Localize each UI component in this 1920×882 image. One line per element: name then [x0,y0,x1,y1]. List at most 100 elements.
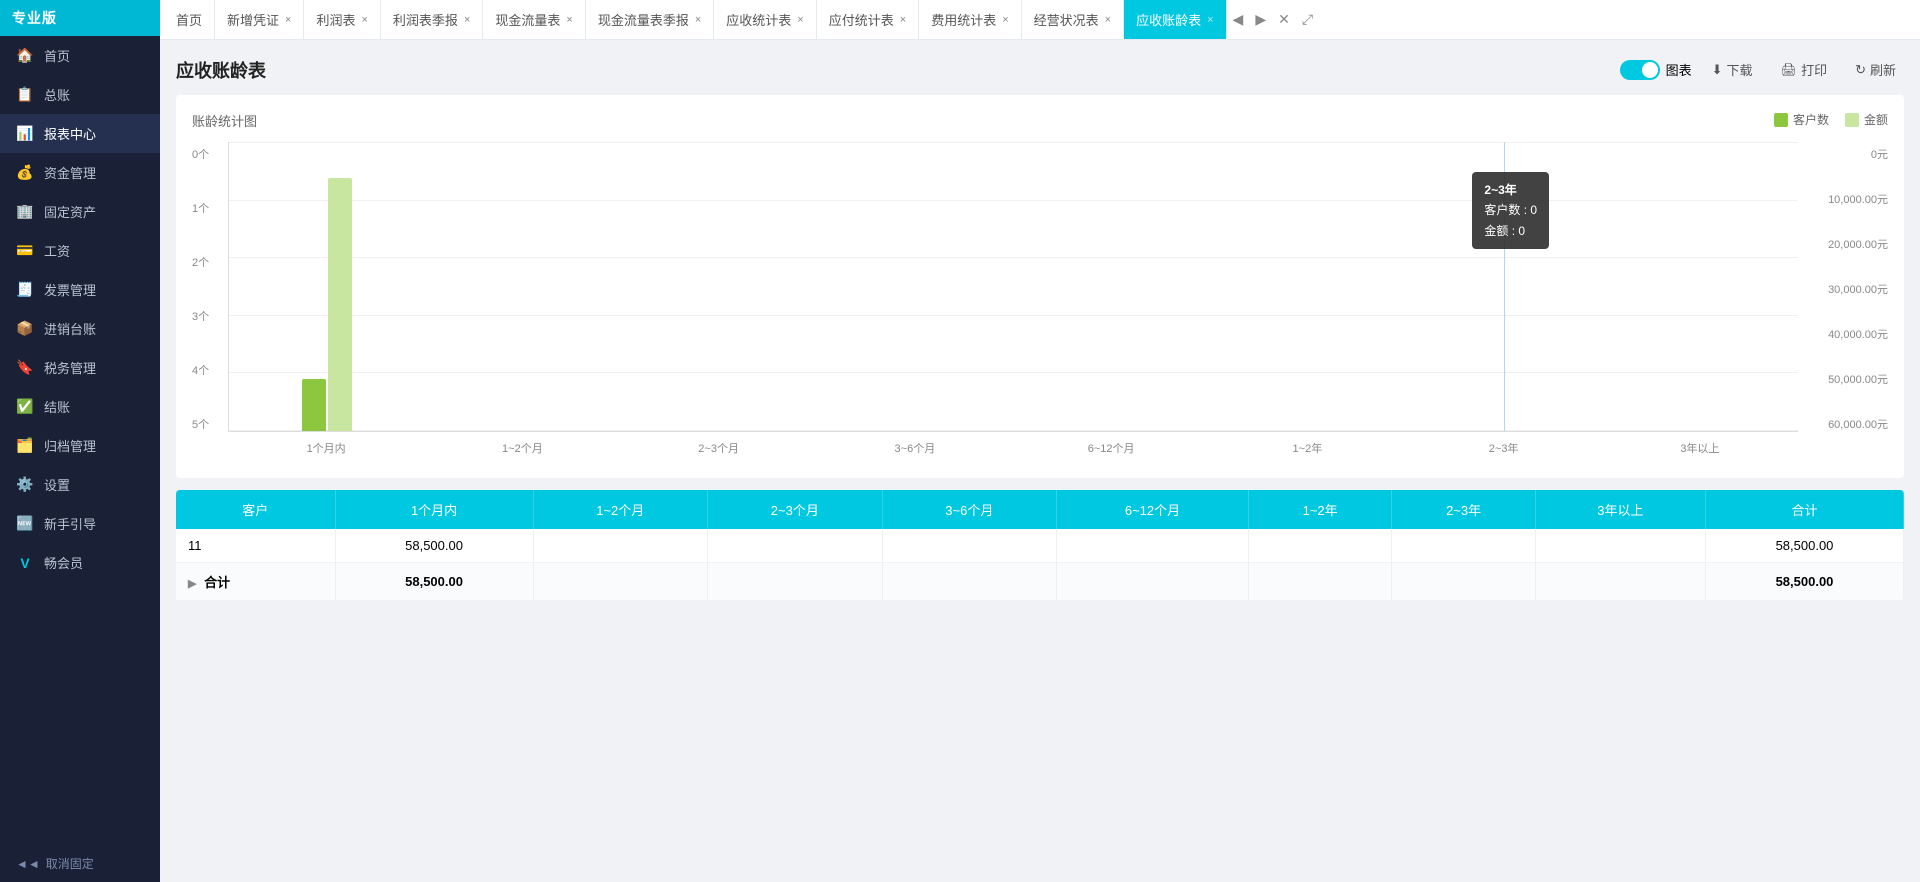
tab-operations-close[interactable]: × [1105,14,1111,26]
print-button[interactable]: 🖨 打印 [1773,56,1836,83]
sidebar-item-report[interactable]: 📊 报表中心 [0,114,160,153]
total-icon: ▶ [188,578,196,590]
row-m6 [882,529,1057,563]
legend-amount: 金额 [1845,111,1888,128]
page-actions: 图表 ⬇ 下载 🖨 打印 ↻ 刷新 [1620,56,1904,83]
sidebar-item-home[interactable]: 🏠 首页 [0,36,160,75]
col-total: 合计 [1706,490,1904,529]
bar-group-0[interactable] [229,178,425,432]
tab-profit-quarterly[interactable]: 利润表季报 × [381,0,483,40]
tab-aging[interactable]: 应收账龄表 × [1124,0,1226,40]
tab-receivable-stat-close[interactable]: × [797,14,803,26]
tab-cashflow-quarterly-close[interactable]: × [695,14,701,26]
main-area: 首页 新增凭证 × 利润表 × 利润表季报 × 现金流量表 × 现金流量表季报 … [160,0,1920,882]
sidebar-item-tax[interactable]: 🔖 税务管理 [0,348,160,387]
data-table: 客户 1个月内 1~2个月 2~3个月 3~6个月 6~12个月 1~2年 2~… [176,490,1904,601]
tab-profit-close[interactable]: × [361,14,367,26]
grid-lines [229,142,1798,431]
archive-icon: 🗂️ [16,437,34,454]
tab-receivable-stat-label: 应收统计表 [726,10,791,29]
tab-voucher-close[interactable]: × [285,14,291,26]
chart-toggle[interactable] [1620,60,1660,80]
tab-cashflow-quarterly[interactable]: 现金流量表季报 × [586,0,714,40]
sidebar-label-home: 首页 [44,46,70,65]
ledger-icon: 📋 [16,86,34,103]
col-y3: 3年以上 [1535,490,1705,529]
capital-icon: 💰 [16,164,34,181]
sidebar-label-report: 报表中心 [44,124,96,143]
sidebar-item-inventory[interactable]: 📦 进销台账 [0,309,160,348]
chart-legend: 客户数 金额 [1774,111,1888,128]
col-m2: 1~2个月 [533,490,708,529]
sidebar-label-closing: 结账 [44,397,70,416]
chart-bars-area[interactable]: 2~3年客户数 : 0金额 : 0 [228,142,1798,432]
closing-icon: ✅ [16,398,34,415]
tab-expense-stat-close[interactable]: × [1002,14,1008,26]
tab-cashflow-close[interactable]: × [566,14,572,26]
tax-icon: 🔖 [16,359,34,376]
print-icon: 🖨 [1781,62,1798,78]
sidebar-item-archive[interactable]: 🗂️ 归档管理 [0,426,160,465]
sidebar-item-assets[interactable]: 🏢 固定资产 [0,192,160,231]
sidebar-item-salary[interactable]: 💳 工资 [0,231,160,270]
table-row: 11 58,500.00 58,500.00 [176,529,1904,563]
col-m1: 1个月内 [335,490,533,529]
bar-amount-0 [328,178,352,432]
tab-cashflow[interactable]: 现金流量表 × [483,0,585,40]
tab-aging-close[interactable]: × [1207,14,1213,26]
sidebar-item-settings[interactable]: ⚙️ 设置 [0,465,160,504]
total-y1 [1248,563,1391,601]
tab-scroll-left[interactable]: ◀ [1227,0,1250,40]
tab-payable-stat[interactable]: 应付统计表 × [817,0,919,40]
sidebar-collapse-btn[interactable]: ◄◄ 取消固定 [0,845,160,882]
sidebar-label-inventory: 进销台账 [44,319,96,338]
home-icon: 🏠 [16,47,34,64]
col-customer: 客户 [176,490,335,529]
chart-container: 账龄统计图 客户数 金额 5个 4个 3个 2个 1个 [176,95,1904,478]
x-axis: 1个月内 1~2个月 2~3个月 3~6个月 6~12个月 1~2年 2~3年 … [228,432,1798,462]
chart-area: 5个 4个 3个 2个 1个 0个 [192,142,1888,462]
tab-payable-stat-close[interactable]: × [900,14,906,26]
refresh-button[interactable]: ↻ 刷新 [1847,56,1904,83]
sidebar-item-capital[interactable]: 💰 资金管理 [0,153,160,192]
total-label: ▶ 合计 [176,563,335,601]
tab-profit-quarterly-close[interactable]: × [464,14,470,26]
content-area: 应收账龄表 图表 ⬇ 下载 🖨 打印 ↻ 刷新 [160,40,1920,882]
legend-amount-color [1845,113,1859,127]
row-y2 [1392,529,1535,563]
sidebar-label-capital: 资金管理 [44,163,96,182]
tab-profit[interactable]: 利润表 × [304,0,380,40]
row-y3 [1535,529,1705,563]
download-label: 下载 [1727,60,1753,79]
tab-cashflow-quarterly-label: 现金流量表季报 [598,10,689,29]
sidebar-item-invoice[interactable]: 🧾 发票管理 [0,270,160,309]
sidebar-logo: 专业版 [0,0,160,36]
tab-operations[interactable]: 经营状况表 × [1022,0,1124,40]
sidebar-label-archive: 归档管理 [44,436,96,455]
total-y3 [1535,563,1705,601]
tab-receivable-stat[interactable]: 应收统计表 × [714,0,816,40]
tab-scroll-right[interactable]: ▶ [1249,0,1272,40]
sidebar-item-closing[interactable]: ✅ 结账 [0,387,160,426]
bar-customers-0 [302,379,326,431]
tab-maximize[interactable]: ⤢ [1296,0,1319,40]
tab-expense-stat[interactable]: 费用统计表 × [919,0,1021,40]
table-header-row: 客户 1个月内 1~2个月 2~3个月 3~6个月 6~12个月 1~2年 2~… [176,490,1904,529]
tab-voucher[interactable]: 新增凭证 × [215,0,304,40]
legend-customers: 客户数 [1774,111,1829,128]
tab-home[interactable]: 首页 [164,0,215,40]
sidebar-item-vip[interactable]: V 畅会员 [0,543,160,582]
tab-profit-label: 利润表 [316,10,355,29]
sidebar-label-ledger: 总账 [44,85,70,104]
table-total-row: ▶ 合计 58,500.00 58,500.00 [176,563,1904,601]
sidebar-item-ledger[interactable]: 📋 总账 [0,75,160,114]
tab-operations-label: 经营状况表 [1034,10,1099,29]
col-y2: 2~3年 [1392,490,1535,529]
sidebar-item-guide[interactable]: 🆕 新手引导 [0,504,160,543]
download-icon: ⬇ [1712,62,1723,78]
tab-close-all[interactable]: ✕ [1272,0,1296,40]
collapse-icon: ◄◄ [16,857,40,871]
download-button[interactable]: ⬇ 下载 [1704,56,1761,83]
sidebar-label-vip: 畅会员 [44,553,83,572]
tab-home-label: 首页 [176,10,202,29]
